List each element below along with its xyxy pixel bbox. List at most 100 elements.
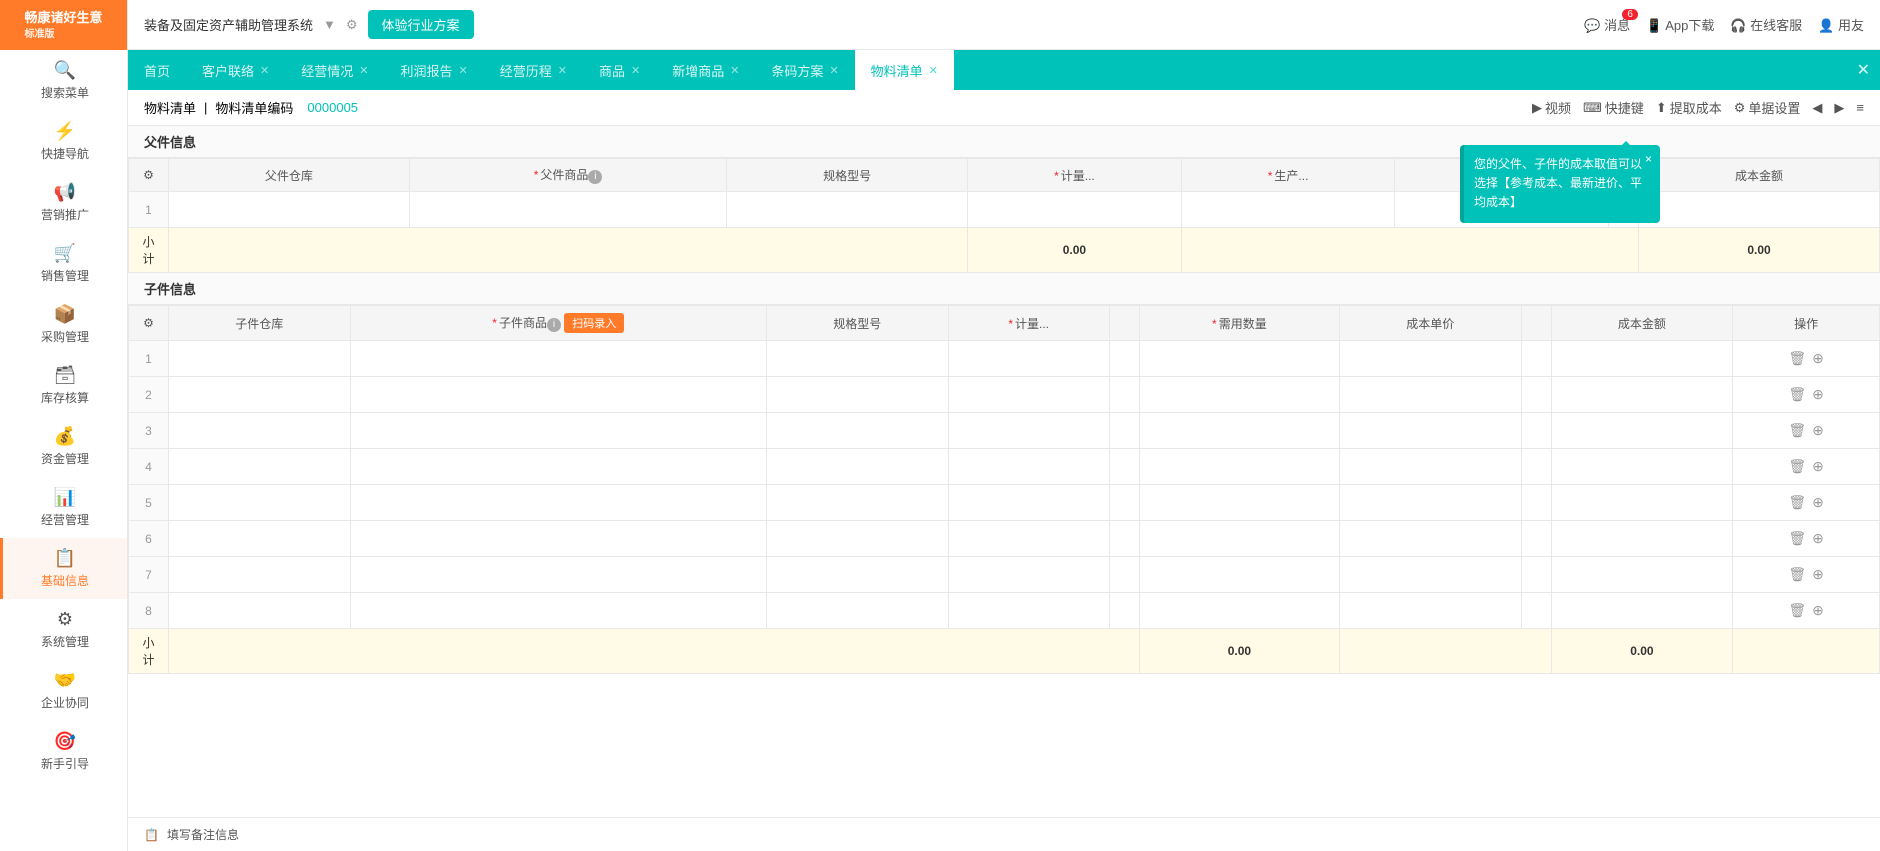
child-row-6-unitprice[interactable] — [1340, 521, 1522, 557]
child-row-1-qty[interactable] — [1139, 341, 1339, 377]
child-row-1-unit[interactable] — [948, 341, 1109, 377]
child-row-4-qty[interactable] — [1139, 449, 1339, 485]
child-row-6-warehouse[interactable] — [169, 521, 351, 557]
child-row-2-spec[interactable] — [766, 377, 948, 413]
nav-next-button[interactable]: ▶ — [1834, 100, 1844, 116]
nav-tab-0[interactable]: 首页 — [128, 50, 186, 90]
nav-tab-close-7[interactable]: ✕ — [829, 64, 838, 77]
nav-tab-3[interactable]: 利润报告✕ — [384, 50, 483, 90]
child-row-1-product[interactable] — [350, 341, 766, 377]
sidebar-item-9[interactable]: ⚙系统管理 — [0, 599, 127, 660]
child-row-5-unit[interactable] — [948, 485, 1109, 521]
nav-tab-2[interactable]: 经营情况✕ — [285, 50, 384, 90]
child-row-1-delete-icon[interactable]: 🗑 — [1788, 350, 1806, 367]
nav-tab-8[interactable]: 物料清单✕ — [855, 50, 954, 90]
child-row-6-qty[interactable] — [1139, 521, 1339, 557]
child-row-5-unitprice[interactable] — [1340, 485, 1522, 521]
child-row-2-unitprice[interactable] — [1340, 377, 1522, 413]
sidebar-item-2[interactable]: 📢营销推广 — [0, 172, 127, 233]
child-row-3-copy-icon[interactable]: ⊕ — [1812, 422, 1824, 439]
nav-tab-5[interactable]: 商品✕ — [583, 50, 656, 90]
sidebar-item-5[interactable]: 🗃库存核算 — [0, 355, 127, 416]
child-row-2-copy-icon[interactable]: ⊕ — [1812, 386, 1824, 403]
child-row-6-product[interactable] — [350, 521, 766, 557]
child-row-7-qty[interactable] — [1139, 557, 1339, 593]
scan-button[interactable]: 扫码录入 — [564, 313, 624, 333]
nav-tab-close-8[interactable]: ✕ — [929, 64, 938, 77]
sidebar-item-3[interactable]: 🛒销售管理 — [0, 233, 127, 294]
scroll-area[interactable]: 父件信息 ⚙ 父件仓库 *父件商品i 规格型号 *计量... *生产... *成… — [128, 126, 1880, 817]
child-row-4-unitprice[interactable] — [1340, 449, 1522, 485]
child-row-7-unitprice[interactable] — [1340, 557, 1522, 593]
app-download-button[interactable]: 📱 App下载 — [1646, 15, 1714, 34]
dropdown-arrow-icon[interactable]: ▼ — [323, 17, 336, 32]
child-row-4-product[interactable] — [350, 449, 766, 485]
child-row-8-qty[interactable] — [1139, 593, 1339, 629]
sidebar-item-0[interactable]: 🔍搜索菜单 — [0, 50, 127, 111]
child-row-1-copy-icon[interactable]: ⊕ — [1812, 350, 1824, 367]
trial-button[interactable]: 体验行业方案 — [368, 10, 474, 39]
child-row-5-qty[interactable] — [1139, 485, 1339, 521]
child-row-5-spec[interactable] — [766, 485, 948, 521]
child-row-8-spec[interactable] — [766, 593, 948, 629]
parent-row-1-prod[interactable] — [1181, 192, 1395, 228]
child-row-2-delete-icon[interactable]: 🗑 — [1788, 386, 1806, 403]
child-row-4-unit[interactable] — [948, 449, 1109, 485]
child-row-5-delete-icon[interactable]: 🗑 — [1788, 494, 1806, 511]
nav-tab-7[interactable]: 条码方案✕ — [755, 50, 854, 90]
parent-row-1-spec[interactable] — [727, 192, 968, 228]
nav-tab-6[interactable]: 新增商品✕ — [656, 50, 755, 90]
nav-tab-close-6[interactable]: ✕ — [730, 64, 739, 77]
child-row-3-product[interactable] — [350, 413, 766, 449]
child-row-3-unitprice[interactable] — [1340, 413, 1522, 449]
child-row-5-copy-icon[interactable]: ⊕ — [1812, 494, 1824, 511]
child-row-2-product[interactable] — [350, 377, 766, 413]
extract-cost-button[interactable]: ⬆ 提取成本 — [1656, 98, 1722, 117]
child-row-3-unit[interactable] — [948, 413, 1109, 449]
child-row-2-unit[interactable] — [948, 377, 1109, 413]
nav-prev-button[interactable]: ◀ — [1812, 100, 1822, 116]
parent-product-info-icon[interactable]: i — [588, 170, 602, 184]
child-row-7-delete-icon[interactable]: 🗑 — [1788, 566, 1806, 583]
online-service-button[interactable]: 🎧 在线客服 — [1730, 15, 1802, 34]
parent-row-1-product[interactable] — [409, 192, 726, 228]
nav-tab-4[interactable]: 经营历程✕ — [484, 50, 583, 90]
child-product-info-icon[interactable]: i — [547, 318, 561, 332]
message-button[interactable]: 💬 消息 6 — [1584, 15, 1630, 34]
child-row-7-copy-icon[interactable]: ⊕ — [1812, 566, 1824, 583]
nav-tab-close-4[interactable]: ✕ — [558, 64, 567, 77]
child-row-4-copy-icon[interactable]: ⊕ — [1812, 458, 1824, 475]
close-all-tabs-button[interactable]: ✕ — [1847, 60, 1880, 80]
sidebar-item-11[interactable]: 🎯新手引导 — [0, 721, 127, 782]
sidebar-item-4[interactable]: 📦采购管理 — [0, 294, 127, 355]
nav-tab-close-2[interactable]: ✕ — [359, 64, 368, 77]
child-row-8-delete-icon[interactable]: 🗑 — [1788, 602, 1806, 619]
child-row-6-spec[interactable] — [766, 521, 948, 557]
parent-th-settings[interactable]: ⚙ — [129, 159, 169, 192]
sidebar-item-6[interactable]: 💰资金管理 — [0, 416, 127, 477]
child-row-5-product[interactable] — [350, 485, 766, 521]
nav-tab-close-5[interactable]: ✕ — [631, 64, 640, 77]
child-th-settings[interactable]: ⚙ — [129, 306, 169, 341]
child-row-1-warehouse[interactable] — [169, 341, 351, 377]
sidebar-item-1[interactable]: ⚡快捷导航 — [0, 111, 127, 172]
child-row-8-warehouse[interactable] — [169, 593, 351, 629]
child-row-6-delete-icon[interactable]: 🗑 — [1788, 530, 1806, 547]
child-row-6-copy-icon[interactable]: ⊕ — [1812, 530, 1824, 547]
parent-row-1-warehouse[interactable] — [169, 192, 410, 228]
child-row-8-product[interactable] — [350, 593, 766, 629]
shortcut-button[interactable]: ⌨ 快捷键 — [1583, 98, 1644, 117]
child-row-8-copy-icon[interactable]: ⊕ — [1812, 602, 1824, 619]
grid-view-button[interactable]: ≡ — [1856, 100, 1864, 115]
child-row-3-qty[interactable] — [1139, 413, 1339, 449]
user-menu[interactable]: 👤 用友 — [1818, 15, 1864, 34]
sidebar-item-7[interactable]: 📊经营管理 — [0, 477, 127, 538]
child-row-8-unit[interactable] — [948, 593, 1109, 629]
child-row-3-warehouse[interactable] — [169, 413, 351, 449]
child-row-6-unit[interactable] — [948, 521, 1109, 557]
nav-tab-close-1[interactable]: ✕ — [260, 64, 269, 77]
single-setting-button[interactable]: ⚙ 单据设置 — [1734, 98, 1801, 117]
nav-tab-1[interactable]: 客户联络✕ — [186, 50, 285, 90]
child-row-7-spec[interactable] — [766, 557, 948, 593]
sidebar-item-10[interactable]: 🤝企业协同 — [0, 660, 127, 721]
